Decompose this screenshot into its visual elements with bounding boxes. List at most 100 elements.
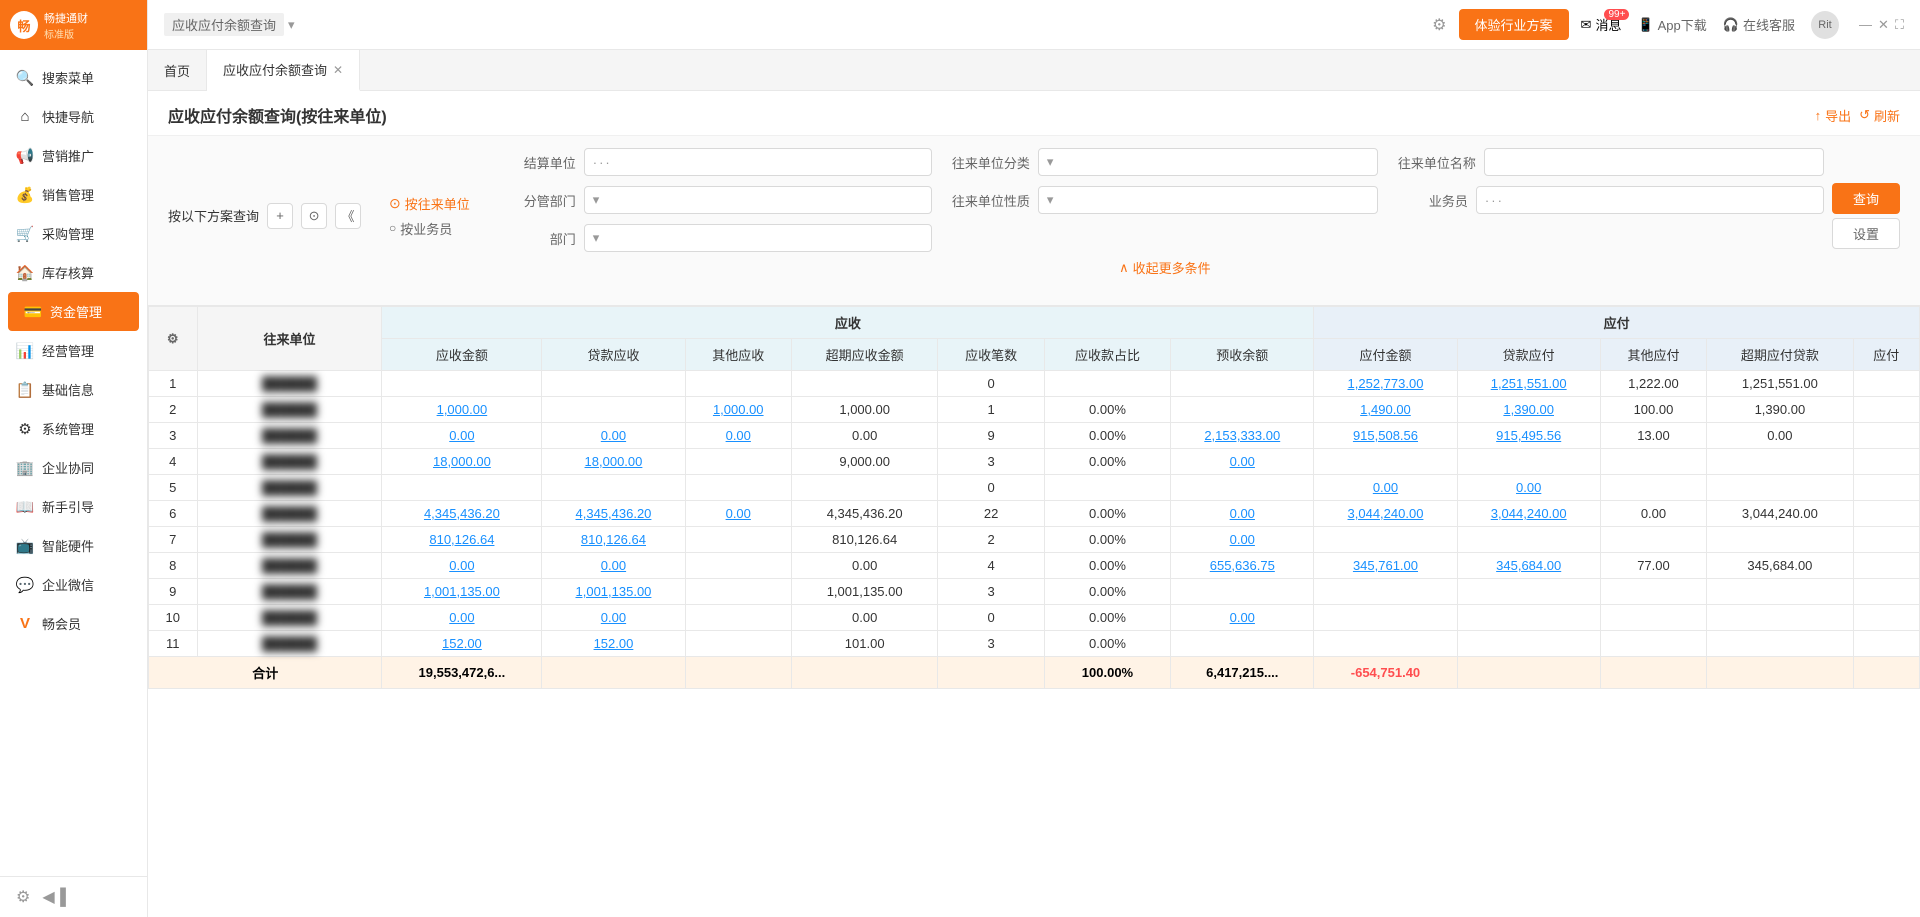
recv-amount[interactable]: 810,126.64 — [382, 527, 542, 553]
pay-amount[interactable]: 1,490.00 — [1314, 397, 1457, 423]
query-btn[interactable]: 查询 — [1832, 183, 1900, 214]
recv-amount[interactable] — [382, 475, 542, 501]
collapse-btn[interactable]: ∧ 收起更多条件 — [506, 252, 1824, 283]
prepay-balance[interactable]: 0.00 — [1171, 501, 1314, 527]
online-service-btn[interactable]: 🎧 在线客服 — [1723, 15, 1795, 34]
partner-name-input[interactable] — [1484, 148, 1824, 176]
prepay-balance[interactable]: 0.00 — [1171, 605, 1314, 631]
tab-close-btn[interactable]: ✕ — [333, 63, 343, 77]
sidebar-item-purchase[interactable]: 🛒采购管理 — [0, 214, 147, 253]
loan-pay[interactable]: 3,044,240.00 — [1457, 501, 1600, 527]
partner-category-input[interactable]: ▾ — [1038, 148, 1378, 176]
sidebar-item-member[interactable]: V畅会员 — [0, 604, 147, 643]
sidebar-item-operation[interactable]: 📊经营管理 — [0, 331, 147, 370]
recv-amount[interactable]: 152.00 — [382, 631, 542, 657]
loan-recv[interactable] — [542, 475, 685, 501]
partner-nature-input[interactable]: ▾ — [1038, 186, 1378, 214]
other-recv[interactable] — [685, 605, 791, 631]
other-recv[interactable] — [685, 553, 791, 579]
filter-config-btn[interactable]: ⊙ — [301, 203, 327, 229]
loan-recv[interactable]: 18,000.00 — [542, 449, 685, 475]
other-recv[interactable] — [685, 631, 791, 657]
prepay-balance[interactable]: 2,153,333.00 — [1171, 423, 1314, 449]
sidebar-item-capital[interactable]: 💳资金管理 — [8, 292, 139, 331]
export-btn[interactable]: ↑ 导出 — [1815, 106, 1852, 125]
division-input[interactable]: ▾ — [584, 186, 932, 214]
th-gear[interactable]: ⚙ — [149, 307, 198, 371]
pay-amount[interactable]: 3,044,240.00 — [1314, 501, 1457, 527]
pay-amount[interactable] — [1314, 449, 1457, 475]
user-avatar[interactable]: Rit — [1811, 11, 1839, 39]
other-recv[interactable] — [685, 579, 791, 605]
loan-recv[interactable]: 1,001,135.00 — [542, 579, 685, 605]
prepay-balance[interactable] — [1171, 579, 1314, 605]
pay-amount[interactable]: 0.00 — [1314, 475, 1457, 501]
loan-pay[interactable] — [1457, 449, 1600, 475]
app-download-btn[interactable]: 📱 App下载 — [1637, 15, 1706, 34]
notification-btn[interactable]: ✉ 消息 99+ — [1581, 15, 1622, 34]
loan-pay[interactable]: 0.00 — [1457, 475, 1600, 501]
loan-recv[interactable]: 0.00 — [542, 423, 685, 449]
prepay-balance[interactable] — [1171, 631, 1314, 657]
loan-pay[interactable]: 915,495.56 — [1457, 423, 1600, 449]
sidebar-settings-btn[interactable]: ⚙ — [16, 887, 30, 907]
recv-amount[interactable]: 0.00 — [382, 605, 542, 631]
sidebar-item-quick-nav[interactable]: ⌂快捷导航 — [0, 97, 147, 136]
sidebar-item-sales[interactable]: 💰销售管理 — [0, 175, 147, 214]
other-recv[interactable] — [685, 475, 791, 501]
sidebar-collapse-btn[interactable]: ◀▐ — [42, 887, 66, 907]
pay-amount[interactable]: 915,508.56 — [1314, 423, 1457, 449]
loan-recv[interactable]: 152.00 — [542, 631, 685, 657]
recv-amount[interactable]: 1,000.00 — [382, 397, 542, 423]
filter-left-btn[interactable]: 《 — [335, 203, 361, 229]
prepay-balance[interactable] — [1171, 475, 1314, 501]
recv-amount[interactable]: 0.00 — [382, 553, 542, 579]
sidebar-item-wechat[interactable]: 💬企业微信 — [0, 565, 147, 604]
other-recv[interactable] — [685, 371, 791, 397]
other-recv[interactable]: 0.00 — [685, 423, 791, 449]
other-recv[interactable]: 1,000.00 — [685, 397, 791, 423]
topbar-gear-btn[interactable]: ⚙ — [1432, 15, 1446, 35]
recv-amount[interactable] — [382, 371, 542, 397]
pay-amount[interactable] — [1314, 527, 1457, 553]
table-container[interactable]: ⚙ 往来单位 应收 应付 应收金额 贷款应收 其他应收 超期应收金额 应收笔数 … — [148, 306, 1920, 917]
other-recv[interactable]: 0.00 — [685, 501, 791, 527]
loan-pay[interactable]: 1,251,551.00 — [1457, 371, 1600, 397]
prepay-balance[interactable]: 0.00 — [1171, 449, 1314, 475]
recv-amount[interactable]: 4,345,436.20 — [382, 501, 542, 527]
filter-add-btn[interactable]: + — [267, 203, 293, 229]
recv-amount[interactable]: 1,001,135.00 — [382, 579, 542, 605]
loan-recv[interactable]: 810,126.64 — [542, 527, 685, 553]
loan-recv[interactable]: 0.00 — [542, 605, 685, 631]
filter-option-partner[interactable]: ⊙ 按往来单位 — [381, 192, 478, 215]
loan-pay[interactable] — [1457, 631, 1600, 657]
tab-home[interactable]: 首页 — [148, 50, 207, 90]
loan-pay[interactable] — [1457, 527, 1600, 553]
salesperson-input[interactable]: ··· — [1476, 186, 1824, 214]
loan-recv[interactable] — [542, 371, 685, 397]
sidebar-item-search-menu[interactable]: 🔍搜索菜单 — [0, 58, 147, 97]
other-recv[interactable] — [685, 527, 791, 553]
loan-pay[interactable]: 1,390.00 — [1457, 397, 1600, 423]
loan-pay[interactable] — [1457, 579, 1600, 605]
pay-amount[interactable] — [1314, 579, 1457, 605]
tab-balance-query[interactable]: 应收应付余额查询 ✕ — [207, 50, 360, 91]
loan-recv[interactable]: 4,345,436.20 — [542, 501, 685, 527]
sidebar-item-hardware[interactable]: 📺智能硬件 — [0, 526, 147, 565]
promo-btn[interactable]: 体验行业方案 — [1459, 9, 1569, 40]
other-recv[interactable] — [685, 449, 791, 475]
sidebar-item-enterprise[interactable]: 🏢企业协同 — [0, 448, 147, 487]
close-icon[interactable]: ✕ — [1878, 17, 1889, 33]
prepay-balance[interactable] — [1171, 371, 1314, 397]
pay-amount[interactable] — [1314, 631, 1457, 657]
minimize-icon[interactable]: — — [1859, 17, 1872, 33]
recv-amount[interactable]: 18,000.00 — [382, 449, 542, 475]
maximize-icon[interactable]: ⛶ — [1895, 17, 1904, 33]
prepay-balance[interactable]: 0.00 — [1171, 527, 1314, 553]
sidebar-item-marketing[interactable]: 📢营销推广 — [0, 136, 147, 175]
filter-option-salesperson[interactable]: ○ 按业务员 — [381, 217, 478, 240]
sidebar-item-guide[interactable]: 📖新手引导 — [0, 487, 147, 526]
sidebar-item-system[interactable]: ⚙系统管理 — [0, 409, 147, 448]
pay-amount[interactable]: 1,252,773.00 — [1314, 371, 1457, 397]
pay-amount[interactable] — [1314, 605, 1457, 631]
